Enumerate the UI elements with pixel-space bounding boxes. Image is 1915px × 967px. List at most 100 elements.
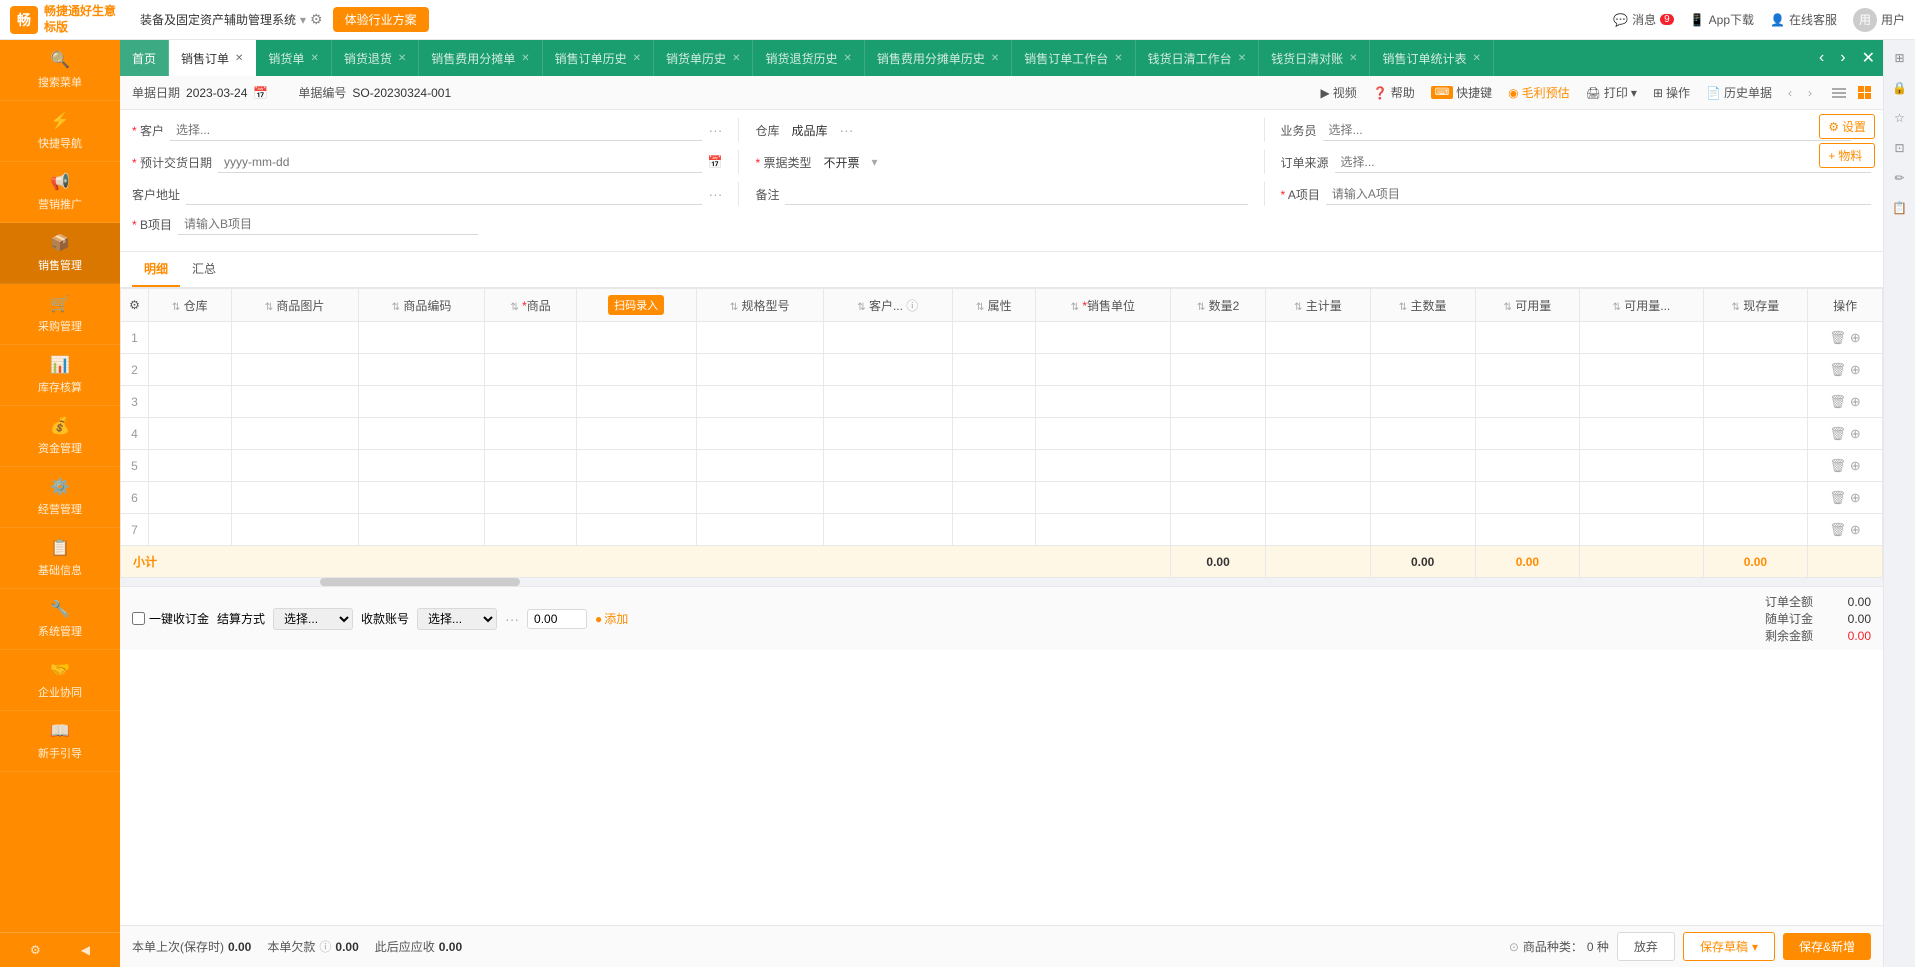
warehouse-cell[interactable]: [149, 450, 232, 482]
sales-unit-cell[interactable]: [1035, 386, 1171, 418]
tab-close-sales-return-history[interactable]: ✕: [732, 53, 740, 64]
view-btn[interactable]: ▶ 视频: [1317, 82, 1361, 103]
main-qty-cell[interactable]: [1370, 386, 1475, 418]
product-code-cell[interactable]: [358, 450, 485, 482]
settings-icon[interactable]: ⚙: [310, 11, 323, 28]
qty2-cell[interactable]: [1171, 418, 1266, 450]
warehouse-cell[interactable]: [149, 386, 232, 418]
customer-code-cell[interactable]: [823, 482, 952, 514]
message-btn[interactable]: 💬 消息 9: [1613, 11, 1674, 28]
main-qty-cell[interactable]: [1370, 482, 1475, 514]
product-code-cell[interactable]: [358, 354, 485, 386]
th-qty2[interactable]: ⇅ 数量2: [1171, 289, 1266, 322]
qty2-cell[interactable]: [1171, 514, 1266, 546]
tab-close-cash-reconcile[interactable]: ✕: [1349, 53, 1357, 64]
attribute-cell[interactable]: [952, 386, 1035, 418]
th-scan[interactable]: 扫码录入: [576, 289, 696, 322]
th-product-img[interactable]: ⇅ 商品图片: [231, 289, 358, 322]
customer-addr-input[interactable]: [186, 184, 702, 205]
tab-sales-return[interactable]: 销货单 ✕: [256, 40, 331, 76]
shortcut-btn[interactable]: ⌨ 快捷键: [1427, 82, 1496, 103]
customer-more-btn[interactable]: ···: [708, 122, 722, 138]
attribute-cell[interactable]: [952, 482, 1035, 514]
user-avatar[interactable]: 用 用户: [1853, 8, 1905, 32]
qty2-cell[interactable]: [1171, 450, 1266, 482]
sidebar-item-sales-mgmt[interactable]: 📦 销售管理: [0, 223, 120, 284]
sidebar-item-ops-mgmt[interactable]: ⚙️ 经营管理: [0, 467, 120, 528]
th-main-qty[interactable]: ⇅ 主数量: [1370, 289, 1475, 322]
customer-code-cell[interactable]: [823, 386, 952, 418]
prev-record-btn[interactable]: ‹: [1784, 86, 1796, 100]
delete-icon[interactable]: 🗑: [1829, 490, 1846, 506]
th-customer-code[interactable]: ⇅ 客户... ⓘ: [823, 289, 952, 322]
th-current-stock[interactable]: ⇅ 现存量: [1703, 289, 1808, 322]
receipt-account-select[interactable]: 选择...: [417, 608, 497, 630]
product-code-cell[interactable]: [358, 514, 485, 546]
help-btn[interactable]: ❓ 帮助: [1369, 82, 1419, 103]
copy-icon[interactable]: ⊕: [1850, 458, 1861, 474]
tab-close-sales-fee[interactable]: ✕: [521, 53, 529, 64]
sales-unit-cell[interactable]: [1035, 450, 1171, 482]
history-btn[interactable]: 📄 历史单据: [1702, 82, 1776, 103]
sidebar-item-finance-mgmt[interactable]: 💰 资金管理: [0, 406, 120, 467]
attribute-cell[interactable]: [952, 354, 1035, 386]
customer-code-cell[interactable]: [823, 514, 952, 546]
right-sidebar-star[interactable]: ☆: [1886, 104, 1914, 132]
tab-detail[interactable]: 明细: [132, 252, 180, 287]
th-product-code[interactable]: ⇅ 商品编码: [358, 289, 485, 322]
next-record-btn[interactable]: ›: [1804, 86, 1816, 100]
sidebar-item-enterprise-coop[interactable]: 🤝 企业协同: [0, 650, 120, 711]
tab-close-sales-refund-history[interactable]: ✕: [843, 53, 851, 64]
warehouse-cell[interactable]: [149, 418, 232, 450]
save-new-btn[interactable]: 保存&新增: [1783, 933, 1871, 960]
receipt-more-btn[interactable]: ···: [505, 611, 519, 627]
tab-close-sales-fee-history[interactable]: ✕: [991, 53, 999, 64]
sidebar-item-basic-info[interactable]: 📋 基础信息: [0, 528, 120, 589]
customer-code-cell[interactable]: [823, 354, 952, 386]
th-main-unit[interactable]: ⇅ 主计量: [1266, 289, 1371, 322]
note-input[interactable]: [785, 184, 1247, 205]
tab-sales-refund[interactable]: 销货退货 ✕: [332, 40, 419, 76]
calendar-icon[interactable]: 📅: [253, 86, 268, 100]
main-qty-cell[interactable]: [1370, 322, 1475, 354]
right-sidebar-lock[interactable]: 🔒: [1886, 74, 1914, 102]
tab-sales-stats[interactable]: 销售订单统计表 ✕: [1370, 40, 1493, 76]
ops-btn[interactable]: ⊞ 操作: [1649, 82, 1694, 103]
product-cell[interactable]: [485, 482, 576, 514]
attribute-cell[interactable]: [952, 514, 1035, 546]
salesperson-input[interactable]: [1323, 120, 1851, 141]
tab-sales-order-workbench[interactable]: 销售订单工作台 ✕: [1012, 40, 1135, 76]
tab-close-sales-stats[interactable]: ✕: [1473, 53, 1481, 64]
product-code-cell[interactable]: [358, 482, 485, 514]
qty2-cell[interactable]: [1171, 482, 1266, 514]
b-project-input[interactable]: [178, 214, 478, 235]
product-code-cell[interactable]: [358, 418, 485, 450]
sidebar-item-quick-nav[interactable]: ⚡ 快捷导航: [0, 101, 120, 162]
product-code-cell[interactable]: [358, 386, 485, 418]
scrollbar-area[interactable]: [120, 578, 1883, 586]
tab-menu-btn[interactable]: ✕: [1854, 40, 1883, 76]
product-cell[interactable]: [485, 354, 576, 386]
qty2-cell[interactable]: [1171, 354, 1266, 386]
spec-cell[interactable]: [696, 418, 823, 450]
attribute-cell[interactable]: [952, 450, 1035, 482]
th-warehouse[interactable]: ⇅ 仓库: [149, 289, 232, 322]
tab-sales-fee[interactable]: 销售费用分摊单 ✕: [419, 40, 542, 76]
warehouse-cell[interactable]: [149, 322, 232, 354]
th-available2[interactable]: ⇅ 可用量...: [1580, 289, 1703, 322]
tab-sales-order[interactable]: 销售订单 ✕: [169, 40, 256, 76]
spec-cell[interactable]: [696, 482, 823, 514]
sidebar-collapse-icon[interactable]: ◀: [81, 943, 90, 957]
th-available[interactable]: ⇅ 可用量: [1475, 289, 1580, 322]
tab-close-sales-order-history[interactable]: ✕: [633, 53, 641, 64]
warehouse-more-btn[interactable]: ···: [840, 122, 854, 138]
product-cell[interactable]: [485, 418, 576, 450]
tab-close-sales-order-workbench[interactable]: ✕: [1114, 53, 1122, 64]
delete-icon[interactable]: 🗑: [1829, 458, 1846, 474]
product-cell[interactable]: [485, 450, 576, 482]
print-btn[interactable]: 🖨 打印 ▾: [1582, 82, 1641, 103]
product-code-cell[interactable]: [358, 322, 485, 354]
tab-cash-daily[interactable]: 钱货日清工作台 ✕: [1136, 40, 1259, 76]
online-service-btn[interactable]: 👤 在线客服: [1770, 11, 1837, 28]
sidebar-settings-icon[interactable]: ⚙: [30, 943, 41, 957]
